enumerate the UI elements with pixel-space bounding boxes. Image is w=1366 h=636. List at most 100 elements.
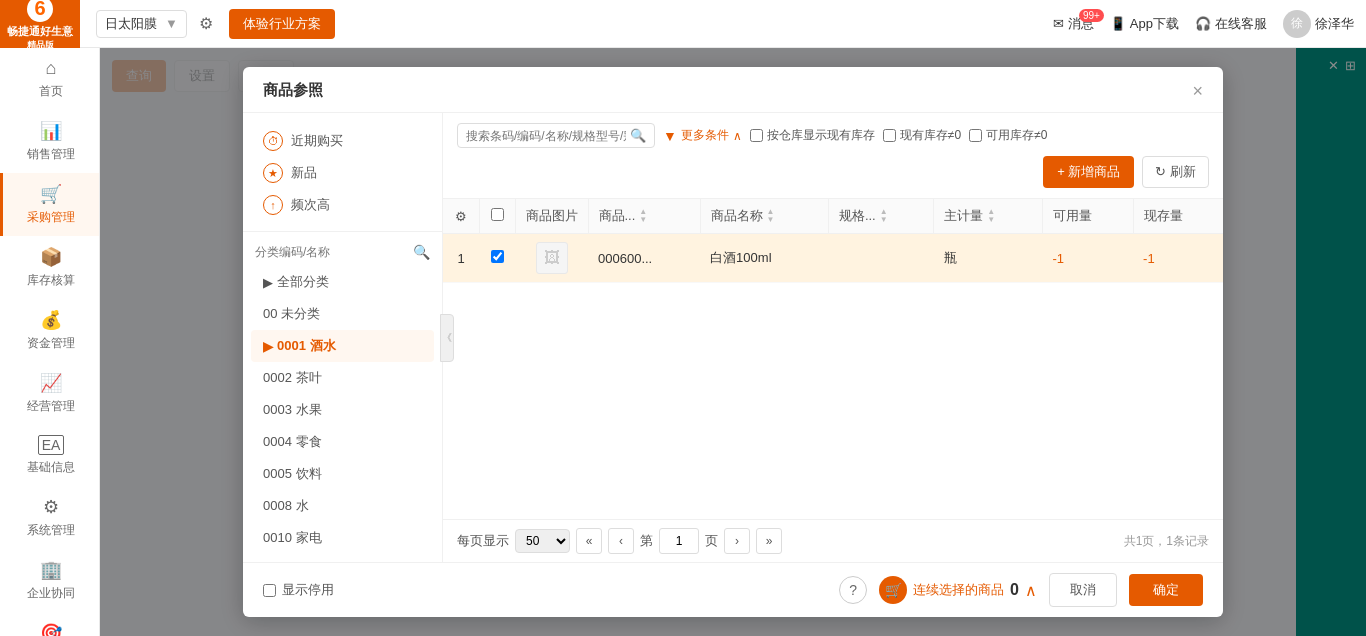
home-icon: ⌂	[46, 58, 57, 79]
check-by-warehouse-input[interactable]	[750, 129, 763, 142]
category-beverage[interactable]: 0005 饮料	[251, 458, 434, 490]
sidebar-label-home: 首页	[39, 83, 63, 100]
sales-icon: 📊	[40, 120, 62, 142]
sidebar-label-operation: 经营管理	[27, 398, 75, 415]
help-button[interactable]: ?	[839, 576, 867, 604]
category-list: ▶ 全部分类 00 未分类 ▶ 0001 酒水 0002 茶	[243, 266, 442, 554]
sidebar-label-purchase: 采购管理	[27, 209, 75, 226]
message-badge: 99+	[1079, 9, 1104, 22]
category-liquor[interactable]: ▶ 0001 酒水	[251, 330, 434, 362]
user-menu[interactable]: 徐 徐泽华	[1283, 10, 1354, 38]
basic-info-icon: EA	[38, 435, 65, 455]
th-spec-sort[interactable]: 规格... ▲▼	[839, 207, 923, 225]
sidebar-item-guide[interactable]: 🎯 新手引导	[0, 612, 99, 636]
confirm-button[interactable]: 确定	[1129, 574, 1203, 606]
th-code-sort[interactable]: 商品... ▲▼	[599, 207, 690, 225]
category-search-icon[interactable]: 🔍	[413, 244, 430, 260]
th-name: 商品名称 ▲▼	[700, 199, 828, 234]
modal-title: 商品参照	[263, 81, 323, 100]
app-download-button[interactable]: 📱 App下载	[1110, 15, 1179, 33]
brand-sub: 精品版	[27, 39, 54, 52]
first-page-btn[interactable]: «	[576, 528, 602, 554]
trial-button[interactable]: 体验行业方案	[229, 9, 335, 39]
quick-recent-label: 近期购买	[291, 132, 343, 150]
modal-header: 商品参照 ×	[243, 67, 1223, 113]
sidebar-item-sales[interactable]: 📊 销售管理	[0, 110, 99, 173]
row-checkbox[interactable]	[491, 250, 504, 263]
table-row[interactable]: 1 🖼	[443, 234, 1223, 283]
message-icon: ✉	[1053, 16, 1064, 31]
sidebar-item-purchase[interactable]: 🛒 采购管理	[0, 173, 99, 236]
per-page-label: 每页显示	[457, 532, 509, 550]
sidebar-item-system[interactable]: ⚙ 系统管理	[0, 486, 99, 549]
per-page-select[interactable]: 50 10 20 100	[515, 529, 570, 553]
product-reference-modal: 商品参照 × ⏱ 近期购买 ★ 新品	[243, 67, 1223, 617]
sidebar-item-basic-info[interactable]: EA 基础信息	[0, 425, 99, 486]
more-filter-btn[interactable]: ▼ 更多条件 ∧	[663, 127, 742, 144]
row-name: 白酒100ml	[700, 234, 828, 283]
quick-new[interactable]: ★ 新品	[255, 157, 430, 189]
category-search-input[interactable]	[255, 245, 407, 259]
sidebar-item-home[interactable]: ⌂ 首页	[0, 48, 99, 110]
modal-close-button[interactable]: ×	[1192, 82, 1203, 100]
store-selector[interactable]: 日太阳膜 ▼	[96, 10, 187, 38]
select-all-checkbox[interactable]	[491, 208, 504, 221]
category-all[interactable]: ▶ 全部分类	[251, 266, 434, 298]
category-fruit[interactable]: 0003 水果	[251, 394, 434, 426]
product-search-icon[interactable]: 🔍	[630, 128, 646, 143]
row-image-cell: 🖼	[515, 234, 588, 283]
category-snack[interactable]: 0004 零食	[251, 426, 434, 458]
sidebar: ⌂ 首页 📊 销售管理 🛒 采购管理 📦 库存核算 💰 资金管理 📈 经营管理 …	[0, 48, 100, 636]
th-unit-sort[interactable]: 主计量 ▲▼	[944, 207, 1032, 225]
settings-icon[interactable]: ⚙	[455, 209, 467, 224]
category-search: 🔍	[243, 238, 442, 266]
category-tea-label: 0002 茶叶	[263, 369, 322, 387]
modal-body: ⏱ 近期购买 ★ 新品 ↑ 频次高	[243, 113, 1223, 562]
gear-button[interactable]: ⚙	[195, 10, 217, 37]
check-nonzero-available: 可用库存≠0	[969, 127, 1047, 144]
cancel-button[interactable]: 取消	[1049, 573, 1117, 607]
recent-icon: ⏱	[263, 131, 283, 151]
sidebar-item-finance[interactable]: 💰 资金管理	[0, 299, 99, 362]
enterprise-icon: 🏢	[40, 559, 62, 581]
filter-arrow-icon: ∧	[733, 129, 742, 143]
message-button[interactable]: ✉ 消息 99+	[1053, 15, 1094, 33]
th-unit: 主计量 ▲▼	[934, 199, 1043, 234]
category-tea[interactable]: 0002 茶叶	[251, 362, 434, 394]
show-disabled-label: 显示停用	[282, 581, 334, 599]
category-water[interactable]: 0008 水	[251, 490, 434, 522]
quick-frequent[interactable]: ↑ 频次高	[255, 189, 430, 221]
check-nonzero-stock-input[interactable]	[883, 129, 896, 142]
th-available-label: 可用量	[1053, 208, 1092, 223]
category-liquor-label: 0001 酒水	[277, 337, 336, 355]
main-layout: ⌂ 首页 📊 销售管理 🛒 采购管理 📦 库存核算 💰 资金管理 📈 经营管理 …	[0, 48, 1366, 636]
prev-page-btn[interactable]: ‹	[608, 528, 634, 554]
refresh-button[interactable]: ↻ 刷新	[1142, 156, 1209, 188]
check-nonzero-stock-label: 现有库存≠0	[900, 127, 961, 144]
show-disabled-checkbox[interactable]	[263, 584, 276, 597]
next-page-btn[interactable]: ›	[724, 528, 750, 554]
logo[interactable]: 6 畅捷通好生意 精品版	[0, 0, 80, 48]
question-icon: ?	[849, 582, 857, 598]
category-uncategorized[interactable]: 00 未分类	[251, 298, 434, 330]
check-nonzero-available-input[interactable]	[969, 129, 982, 142]
sidebar-label-enterprise: 企业协同	[27, 585, 75, 602]
category-appliance[interactable]: 0010 家电	[251, 522, 434, 554]
collapse-cart-btn[interactable]: ∧	[1025, 581, 1037, 600]
sidebar-item-operation[interactable]: 📈 经营管理	[0, 362, 99, 425]
th-code-label: 商品...	[599, 207, 636, 225]
quick-recent[interactable]: ⏱ 近期购买	[255, 125, 430, 157]
left-panel-collapse-btn[interactable]: 《	[440, 314, 454, 362]
service-button[interactable]: 🎧 在线客服	[1195, 15, 1267, 33]
last-page-btn[interactable]: »	[756, 528, 782, 554]
sidebar-item-enterprise[interactable]: 🏢 企业协同	[0, 549, 99, 612]
sidebar-item-inventory[interactable]: 📦 库存核算	[0, 236, 99, 299]
th-checkbox	[479, 199, 515, 234]
page-unit: 页	[705, 532, 718, 550]
check-nonzero-available-label: 可用库存≠0	[986, 127, 1047, 144]
page-number-input[interactable]	[659, 528, 699, 554]
product-search-input[interactable]	[466, 129, 626, 143]
guide-icon: 🎯	[40, 622, 62, 636]
add-product-button[interactable]: + 新增商品	[1043, 156, 1134, 188]
th-name-sort[interactable]: 商品名称 ▲▼	[711, 207, 818, 225]
